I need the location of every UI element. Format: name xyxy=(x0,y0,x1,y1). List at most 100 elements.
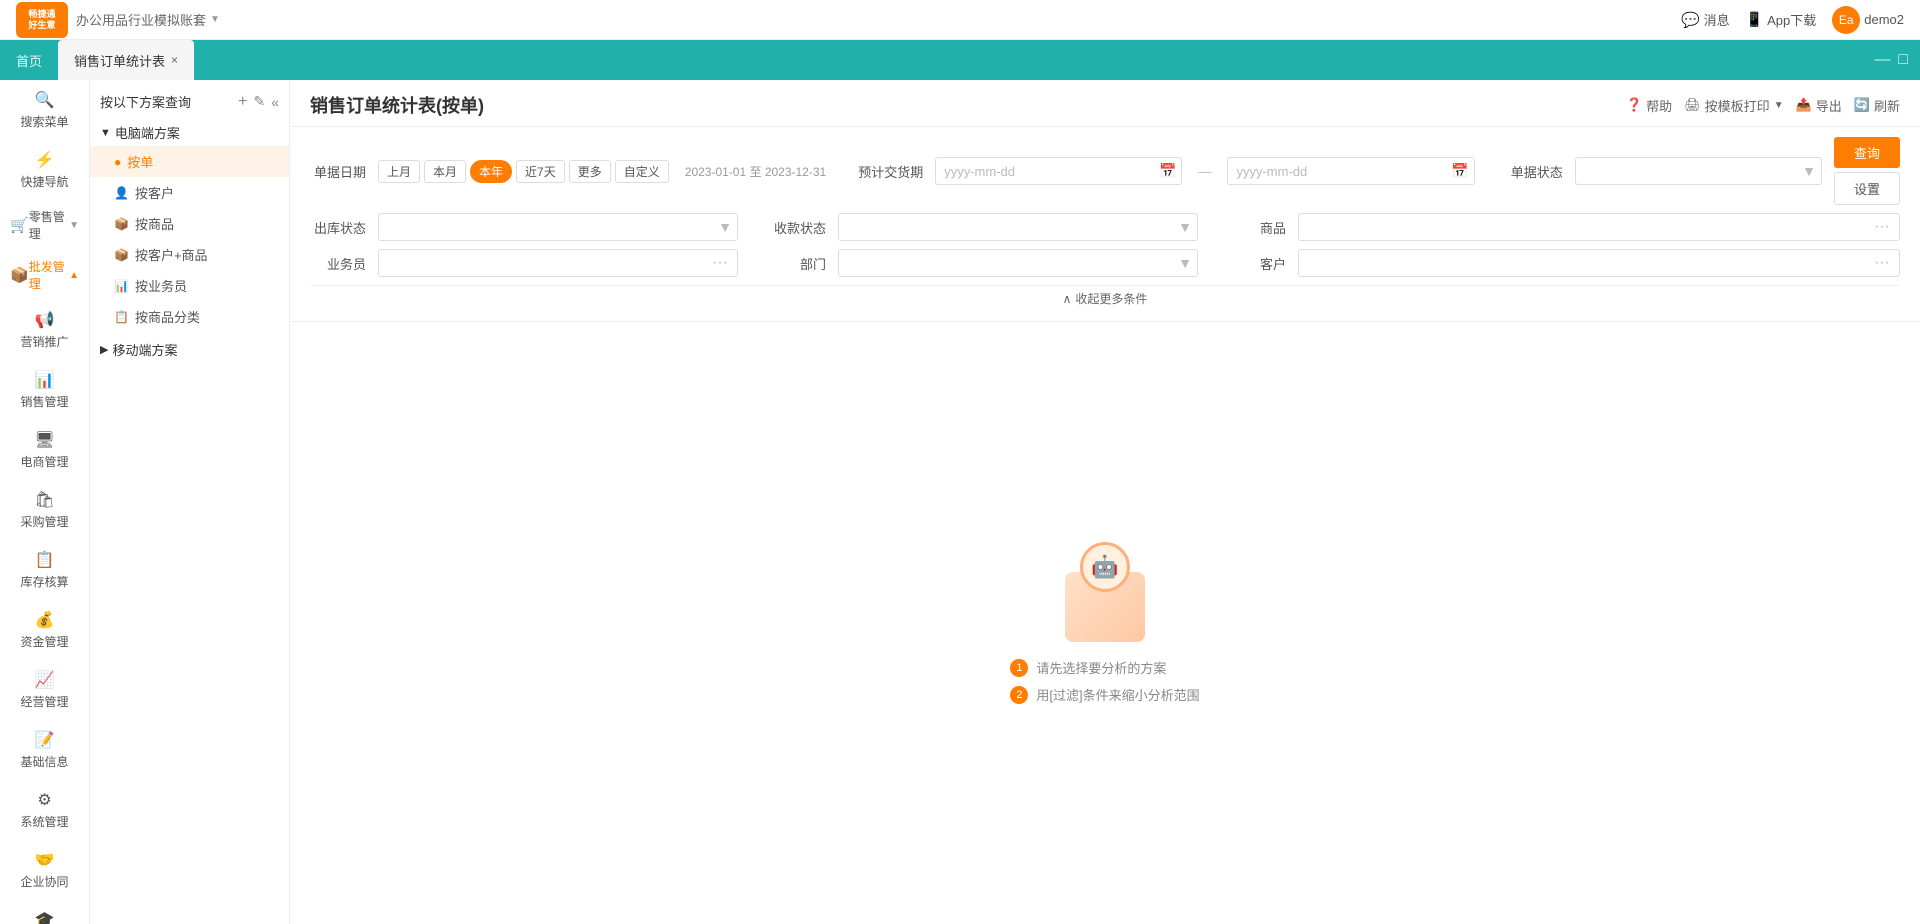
expected-date-from-wrap: 📅 xyxy=(935,157,1182,185)
receipt-status-field: ▼ xyxy=(838,213,1198,241)
sidebar-item-sales[interactable]: 📊 销售管理 xyxy=(0,360,89,420)
query-button[interactable]: 查询 xyxy=(1834,137,1900,168)
tip-num-1: 1 xyxy=(1010,659,1028,677)
tab-home[interactable]: 首页 xyxy=(0,40,58,80)
bill-status-wrap: ▼ xyxy=(1575,157,1822,185)
sidebar-item-corp[interactable]: 🤝 企业协同 xyxy=(0,840,89,900)
empty-tip-2-text: 用[过滤]条件来缩小分析范围 xyxy=(1036,685,1199,704)
app-title-dropdown[interactable]: 办公用品行业模拟账套 ▼ xyxy=(76,10,220,29)
scheme-group-mobile-arrow: ▶ xyxy=(100,343,108,356)
scheme-by-cust-prod-label: 按客户+商品 xyxy=(135,245,208,264)
collapse-panel-icon[interactable]: « xyxy=(271,94,279,110)
export-btn[interactable]: 📤 导出 xyxy=(1796,96,1842,115)
date-btn-7days[interactable]: 近7天 xyxy=(516,160,565,183)
sidebar-item-inventory[interactable]: 📋 库存核算 xyxy=(0,540,89,600)
sidebar-item-operation[interactable]: 📈 经营管理 xyxy=(0,660,89,720)
sidebar-item-purchase[interactable]: 🛍 采购管理 xyxy=(0,480,89,540)
tab-close-icon[interactable]: × xyxy=(171,53,178,67)
corp-icon: 🤝 xyxy=(35,850,55,870)
template-print-btn[interactable]: 🖨 按模板打印 ▼ xyxy=(1684,96,1783,115)
newbie-icon: 🎓 xyxy=(35,910,55,924)
search-icon: 🔍 xyxy=(35,90,55,110)
expected-date-to-input[interactable] xyxy=(1227,157,1474,185)
scheme-item-by-order[interactable]: ● 按单 xyxy=(90,146,289,177)
date-btn-this-month[interactable]: 本月 xyxy=(424,160,466,183)
receipt-status-input[interactable] xyxy=(838,213,1198,241)
empty-state: 🤖 1 请先选择要分析的方案 2 用[过滤]条件来缩小分析范围 xyxy=(290,322,1920,924)
scheme-group-mobile-header[interactable]: ▶ 移动端方案 xyxy=(90,336,289,363)
help-btn[interactable]: ❓ 帮助 xyxy=(1626,96,1672,115)
date-btn-more[interactable]: 更多 xyxy=(569,160,611,183)
sidebar-item-corp-label: 企业协同 xyxy=(20,873,68,890)
template-print-label: 按模板打印 xyxy=(1705,96,1770,115)
delivery-status-wrap: ▼ xyxy=(378,213,738,241)
receipt-status-arrow-icon: ▼ xyxy=(1178,219,1192,235)
scheme-item-by-category[interactable]: 📋 按商品分类 xyxy=(90,301,289,332)
scheme-group-pc-header[interactable]: ▼ 电脑端方案 xyxy=(90,119,289,146)
customer-input[interactable] xyxy=(1298,249,1900,277)
scheme-by-salesman-icon: 📊 xyxy=(114,279,129,293)
date-btn-group: 上月 本月 本年 近7天 更多 自定义 xyxy=(378,160,669,183)
sidebar-item-ecommerce[interactable]: 🖥 电商管理 xyxy=(0,420,89,480)
customer-ellipsis-icon[interactable]: ··· xyxy=(1870,254,1894,272)
sidebar-item-search[interactable]: 🔍 搜索菜单 xyxy=(0,80,89,140)
topbar: 畅捷通 好生意 办公用品行业模拟账套 ▼ 💬 消息 📱 App下载 Ea dem… xyxy=(0,0,1920,40)
left-panel-title: 按以下方案查询 xyxy=(100,92,191,111)
sidebar-item-marketing-label: 营销推广 xyxy=(20,333,68,350)
sidebar-item-operation-label: 经营管理 xyxy=(20,693,68,710)
scheme-by-product-icon: 📦 xyxy=(114,217,129,231)
tab-sales-order-stat-label: 销售订单统计表 xyxy=(74,51,165,70)
message-btn[interactable]: 💬 消息 xyxy=(1681,10,1730,29)
sidebar-item-wholesale[interactable]: 📦 批发管理 ▲ xyxy=(0,250,89,300)
goods-ellipsis-icon[interactable]: ··· xyxy=(1870,218,1894,236)
tab-sales-order-stat[interactable]: 销售订单统计表 × xyxy=(58,40,194,80)
salesman-input[interactable] xyxy=(378,249,738,277)
ecommerce-icon: 🖥 xyxy=(34,430,54,450)
page-title: 销售订单统计表(按单) xyxy=(310,92,484,118)
add-scheme-icon[interactable]: + xyxy=(238,93,247,111)
receipt-status-wrap: ▼ xyxy=(838,213,1198,241)
wholesale-arrow-icon: ▲ xyxy=(69,270,79,281)
app-download-btn[interactable]: 📱 App下载 xyxy=(1746,10,1817,29)
page-header: 销售订单统计表(按单) ❓ 帮助 🖨 按模板打印 ▼ 📤 导出 xyxy=(290,80,1920,127)
filter-area: 单据日期 上月 本月 本年 近7天 更多 自定义 2023-01-01 至 20… xyxy=(290,127,1920,322)
department-label: 部门 xyxy=(770,254,826,273)
system-icon: ⚙ xyxy=(37,790,51,810)
date-btn-last-month[interactable]: 上月 xyxy=(378,160,420,183)
bill-status-field: ▼ xyxy=(1575,157,1822,185)
sidebar-item-system[interactable]: ⚙ 系统管理 xyxy=(0,780,89,840)
edit-scheme-icon[interactable]: ✎ xyxy=(253,93,265,110)
customer-wrap: ··· xyxy=(1298,249,1900,277)
retail-arrow-icon: ▼ xyxy=(69,220,79,231)
refresh-btn[interactable]: 🔄 刷新 xyxy=(1854,96,1900,115)
sidebar-item-retail[interactable]: 🛒 零售管理 ▼ xyxy=(0,200,89,250)
sidebar-item-quicknav[interactable]: ⚡ 快捷导航 xyxy=(0,140,89,200)
sidebar-item-marketing[interactable]: 📢 营销推广 xyxy=(0,300,89,360)
bill-status-input[interactable] xyxy=(1575,157,1822,185)
scheme-item-by-cust-prod[interactable]: 📦 按客户+商品 xyxy=(90,239,289,270)
sidebar-item-sales-label: 销售管理 xyxy=(20,393,68,410)
minimize-icon[interactable]: — xyxy=(1874,51,1890,69)
purchase-icon: 🛍 xyxy=(34,490,54,510)
collapse-conditions-btn[interactable]: ∧ 收起更多条件 xyxy=(310,285,1900,311)
sidebar-item-finance[interactable]: 💰 资金管理 xyxy=(0,600,89,660)
sidebar-item-wholesale-label: 批发管理 xyxy=(29,258,69,292)
scheme-item-by-salesman[interactable]: 📊 按业务员 xyxy=(90,270,289,301)
expected-date-from-field: 📅 xyxy=(935,157,1182,185)
scheme-by-customer-icon: 👤 xyxy=(114,186,129,200)
goods-input[interactable] xyxy=(1298,213,1900,241)
salesman-ellipsis-icon[interactable]: ··· xyxy=(708,254,732,272)
scheme-item-by-product[interactable]: 📦 按商品 xyxy=(90,208,289,239)
scheme-item-by-customer[interactable]: 👤 按客户 xyxy=(90,177,289,208)
department-input[interactable] xyxy=(838,249,1198,277)
date-btn-this-year[interactable]: 本年 xyxy=(470,160,512,183)
expected-date-from-input[interactable] xyxy=(935,157,1182,185)
delivery-status-input[interactable] xyxy=(378,213,738,241)
settings-button[interactable]: 设置 xyxy=(1834,172,1900,205)
sidebar-item-newbie[interactable]: 🎓 新手引导 xyxy=(0,900,89,924)
logo-text: 畅捷通 好生意 xyxy=(28,9,55,31)
date-btn-custom[interactable]: 自定义 xyxy=(615,160,669,183)
user-menu[interactable]: Ea demo2 xyxy=(1832,6,1904,34)
sidebar-item-basic[interactable]: 📝 基础信息 xyxy=(0,720,89,780)
maximize-icon[interactable]: □ xyxy=(1898,51,1908,69)
